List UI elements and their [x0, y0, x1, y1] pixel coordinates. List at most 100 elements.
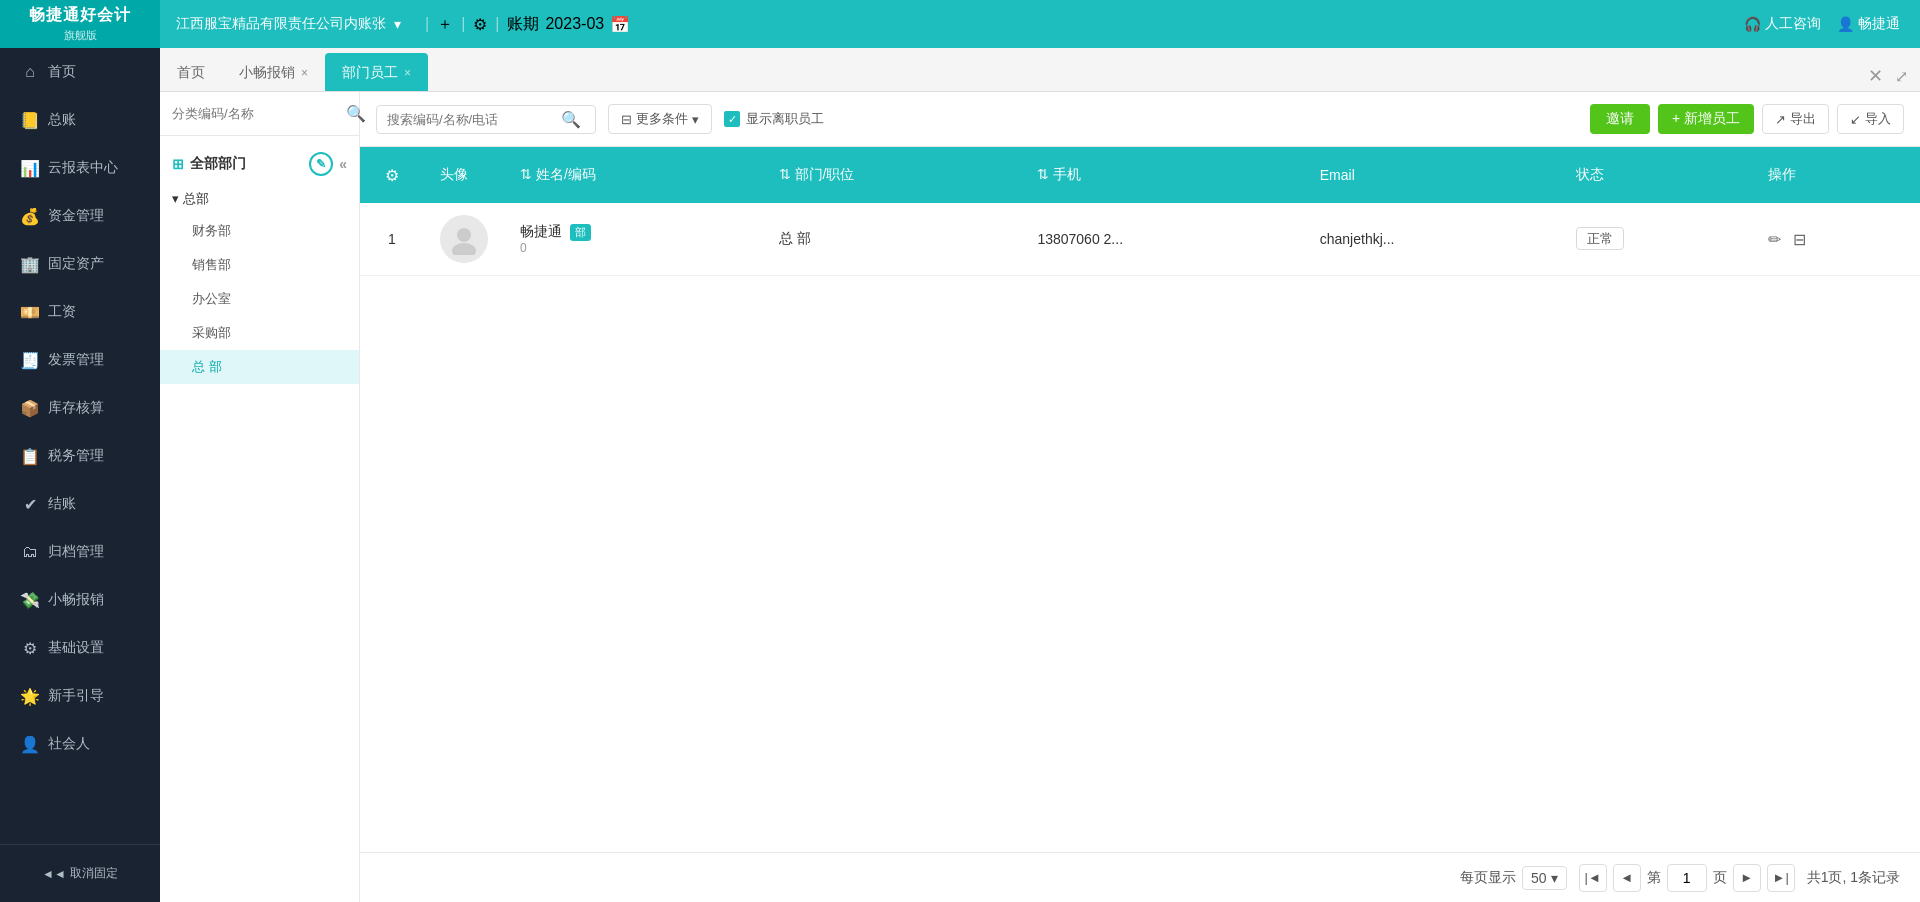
- add-employee-button[interactable]: + 新增员工: [1658, 104, 1754, 134]
- salary-icon: 💴: [20, 302, 40, 322]
- sidebar-item-guide[interactable]: 🌟 新手引导: [0, 672, 160, 720]
- col-phone[interactable]: ⇅ 手机: [1021, 147, 1303, 203]
- dept-tree: ⊞ 全部部门 ✎ « ▾ 总部 财务部 销售部 办公室 采购部 总 部: [160, 136, 359, 902]
- dept-item-general[interactable]: 总 部: [160, 350, 359, 384]
- sidebar-item-settings[interactable]: ⚙ 基础设置: [0, 624, 160, 672]
- sidebar-item-assets[interactable]: 🏢 固定资产: [0, 240, 160, 288]
- user-menu[interactable]: 👤 畅捷通: [1837, 15, 1900, 33]
- close-window-icon[interactable]: ✕: [1868, 65, 1883, 87]
- maximize-icon[interactable]: ⤢: [1895, 67, 1908, 86]
- sidebar-item-archive[interactable]: 🗂 归档管理: [0, 528, 160, 576]
- funds-icon: 💰: [20, 206, 40, 226]
- tab-dept[interactable]: 部门员工 ×: [325, 53, 428, 91]
- row-action-cell: ✏ ⊟: [1752, 203, 1920, 276]
- page-size-box[interactable]: 50 ▾: [1522, 866, 1567, 890]
- logo-title: 畅捷通好会计: [29, 5, 131, 26]
- filter-icon: ⊟: [621, 112, 632, 127]
- dept-search: 🔍: [160, 92, 359, 136]
- dept-header-left: ⊞ 全部部门: [172, 155, 246, 173]
- sidebar-label-assets: 固定资产: [48, 255, 104, 273]
- show-resigned-toggle[interactable]: ✓ 显示离职员工: [724, 110, 824, 128]
- dept-collapse-button[interactable]: «: [339, 156, 347, 172]
- period-selector[interactable]: 账期 2023-03 📅: [507, 14, 630, 35]
- col-name[interactable]: ⇅ 姓名/编码: [504, 147, 763, 203]
- prev-page-button[interactable]: ◄: [1613, 864, 1641, 892]
- dept-header: ⊞ 全部部门 ✎ «: [160, 144, 359, 184]
- sidebar-item-ledger[interactable]: 📒 总账: [0, 96, 160, 144]
- page-size-value: 50: [1531, 870, 1547, 886]
- main-layout: ⌂ 首页 📒 总账 📊 云报表中心 💰 资金管理 🏢 固定资产 💴 工资 🧾 发…: [0, 48, 1920, 902]
- edit-button[interactable]: ✏: [1768, 230, 1781, 249]
- last-page-button[interactable]: ►|: [1767, 864, 1795, 892]
- tab-dept-close[interactable]: ×: [404, 66, 411, 80]
- page-size-dropdown-icon: ▾: [1551, 870, 1558, 886]
- ai-consult-button[interactable]: 🎧 人工咨询: [1744, 15, 1821, 33]
- export-label: 导出: [1790, 110, 1816, 128]
- next-page-button[interactable]: ►: [1733, 864, 1761, 892]
- sidebar-label-guide: 新手引导: [48, 687, 104, 705]
- export-icon: ↗: [1775, 112, 1786, 127]
- status-badge: 正常: [1576, 227, 1624, 250]
- dept-edit-button[interactable]: ✎: [309, 152, 333, 176]
- data-table: ⚙ 头像 ⇅ 姓名/编码 ⇅ 部门/职位: [360, 147, 1920, 852]
- sidebar-item-reports[interactable]: 📊 云报表中心: [0, 144, 160, 192]
- unfix-button[interactable]: ◄◄ 取消固定: [0, 857, 160, 890]
- inventory-icon: 📦: [20, 398, 40, 418]
- page-suffix: 页: [1713, 869, 1727, 887]
- reports-icon: 📊: [20, 158, 40, 178]
- sidebar-item-salary[interactable]: 💴 工资: [0, 288, 160, 336]
- chevron-down-icon: ▾: [692, 112, 699, 127]
- invite-button[interactable]: 邀请: [1590, 104, 1650, 134]
- social-icon: 👤: [20, 734, 40, 754]
- company-selector[interactable]: 江西服宝精品有限责任公司内账张 ▾: [160, 15, 417, 33]
- grid-icon: ⊞: [172, 156, 184, 172]
- dept-group-zongbu[interactable]: ▾ 总部: [160, 184, 359, 214]
- dept-item-sales[interactable]: 销售部: [160, 248, 359, 282]
- sidebar-item-tax[interactable]: 📋 税务管理: [0, 432, 160, 480]
- company-name: 江西服宝精品有限责任公司内账张: [176, 15, 386, 33]
- sidebar-item-invoice[interactable]: 🧾 发票管理: [0, 336, 160, 384]
- tab-expense[interactable]: 小畅报销 ×: [222, 53, 325, 91]
- dropdown-icon: ▾: [394, 16, 401, 32]
- dept-item-purchase[interactable]: 采购部: [160, 316, 359, 350]
- page-input[interactable]: [1667, 864, 1707, 892]
- col-settings: ⚙: [360, 147, 424, 203]
- col-settings-icon[interactable]: ⚙: [376, 159, 408, 191]
- headset-icon: 🎧: [1744, 16, 1761, 32]
- show-resigned-label: 显示离职员工: [746, 110, 824, 128]
- search-box[interactable]: 🔍: [376, 105, 596, 134]
- col-email: Email: [1304, 147, 1560, 203]
- resigned-checkbox[interactable]: ✓: [724, 111, 740, 127]
- page-label: 第: [1647, 869, 1661, 887]
- export-button[interactable]: ↗ 导出: [1762, 104, 1829, 134]
- ai-consult-label: 人工咨询: [1765, 15, 1821, 33]
- logout-button[interactable]: ⊟: [1793, 230, 1806, 249]
- search-input[interactable]: [387, 112, 555, 127]
- row-avatar-cell: [424, 203, 504, 276]
- first-page-button[interactable]: |◄: [1579, 864, 1607, 892]
- col-dept[interactable]: ⇅ 部门/职位: [763, 147, 1022, 203]
- sidebar-label-social: 社会人: [48, 735, 90, 753]
- dept-search-input[interactable]: [172, 106, 340, 121]
- sidebar-item-funds[interactable]: 💰 资金管理: [0, 192, 160, 240]
- sidebar-label-home: 首页: [48, 63, 76, 81]
- sidebar-item-social[interactable]: 👤 社会人: [0, 720, 160, 768]
- sidebar-item-close[interactable]: ✔ 结账: [0, 480, 160, 528]
- sidebar-item-expense[interactable]: 💸 小畅报销: [0, 576, 160, 624]
- filter-button[interactable]: ⊟ 更多条件 ▾: [608, 104, 712, 134]
- import-button[interactable]: ↙ 导入: [1837, 104, 1904, 134]
- dept-item-office[interactable]: 办公室: [160, 282, 359, 316]
- tab-expense-close[interactable]: ×: [301, 66, 308, 80]
- sidebar-item-home[interactable]: ⌂ 首页: [0, 48, 160, 96]
- tab-home[interactable]: 首页: [160, 53, 222, 91]
- search-icon[interactable]: 🔍: [561, 110, 581, 129]
- dept-item-finance[interactable]: 财务部: [160, 214, 359, 248]
- table-area: 🔍 ⊟ 更多条件 ▾ ✓ 显示离职员工 邀请 + 新增员工: [360, 92, 1920, 902]
- settings-button[interactable]: ⚙: [473, 15, 487, 34]
- dept-header-icons: ✎ «: [309, 152, 347, 176]
- add-account-button[interactable]: ＋: [437, 14, 453, 35]
- guide-icon: 🌟: [20, 686, 40, 706]
- logo-area[interactable]: 畅捷通好会计 旗舰版: [0, 0, 160, 48]
- page-num-box: 第 页: [1647, 864, 1727, 892]
- sidebar-item-inventory[interactable]: 📦 库存核算: [0, 384, 160, 432]
